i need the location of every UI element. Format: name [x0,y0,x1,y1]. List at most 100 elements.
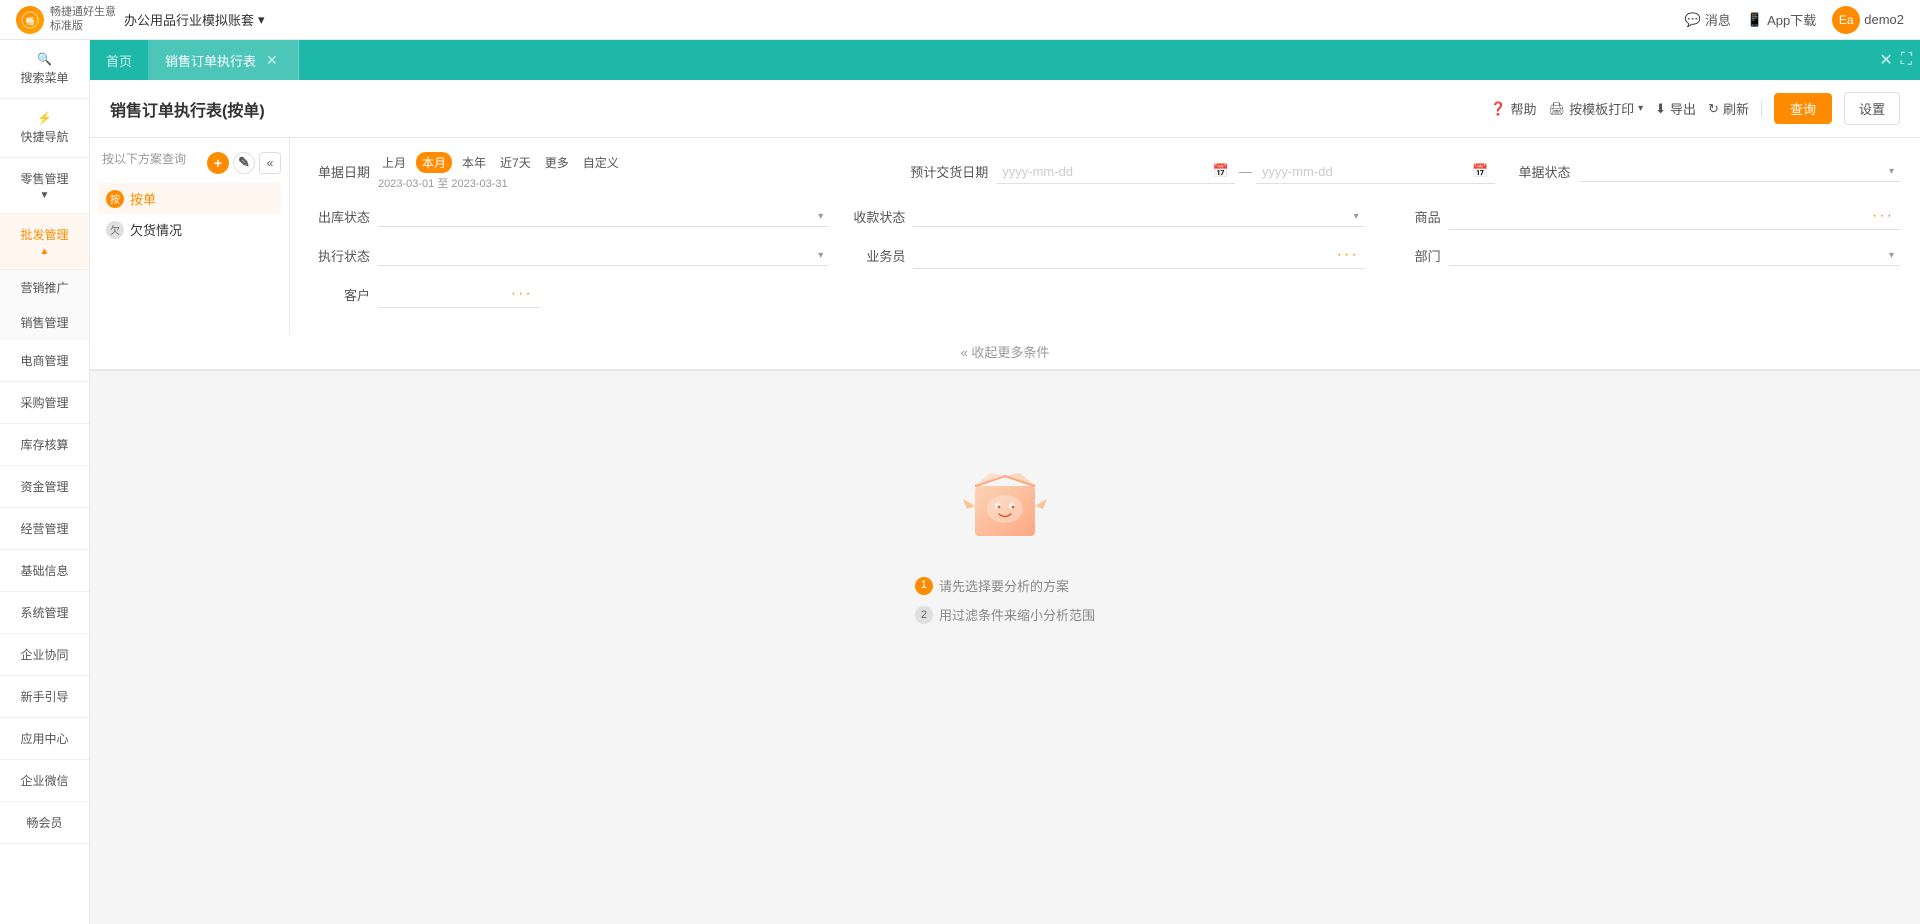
export-btn[interactable]: ⬇ 导出 [1655,99,1696,118]
sidebar-item-new-guide[interactable]: 新手引导 [0,676,89,718]
sidebar-item-label: 批发管理 [20,226,68,243]
expected-date-to[interactable]: yyyy-mm-dd 📅 [1256,159,1495,184]
filter-left-title: 按以下方案查询 [98,150,186,167]
sidebar-item-ops-mgmt[interactable]: 经营管理 [0,508,89,550]
help-label: 帮助 [1511,99,1537,118]
sidebar-item-retail-mgmt[interactable]: 零售管理 ▼ [0,158,89,214]
sidebar-item-basic-info[interactable]: 基础信息 [0,550,89,592]
filter-field-receive-status: 收款状态 ▾ [845,207,1364,227]
sidebar-item-label: 快捷导航 [20,128,68,145]
chevron-up-icon: ▲ [40,246,50,257]
sidebar-item-ecommerce-mgmt[interactable]: 电商管理 [0,340,89,382]
status-label: 单据状态 [1511,162,1571,181]
filter-right-panel: 单据日期 上月 本月 本年 近7天 更多 [290,138,1920,334]
message-btn[interactable]: 💬 消息 [1685,10,1731,29]
status-select[interactable]: ▾ [1579,162,1901,182]
sidebar-item-enterprise-collab[interactable]: 企业协同 [0,634,89,676]
sidebar-item-label: 新手引导 [20,688,68,705]
app-selector[interactable]: 办公用品行业模拟账套 ▾ [124,10,265,29]
wholesale-sub-items: 营销推广 销售管理 [0,270,89,340]
quick-btn-last-month[interactable]: 上月 [378,152,410,173]
salesman-select[interactable]: ··· [913,242,1364,269]
empty-state: 1 请先选择要分析的方案 2 用过滤条件来缩小分析范围 [90,371,1920,708]
collapse-more-bar[interactable]: « 收起更多条件 [90,334,1920,370]
sidebar-item-purchase-mgmt[interactable]: 采购管理 [0,382,89,424]
sidebar-item-app-center[interactable]: 应用中心 [0,718,89,760]
sidebar-item-label: 企业微信 [20,772,68,789]
exec-status-select[interactable]: ▾ [378,246,829,266]
svg-text:畅: 畅 [26,16,34,26]
sidebar-item-wholesale-mgmt[interactable]: 批发管理 ▲ [0,214,89,270]
app-download-btn[interactable]: 📱 App下载 [1747,10,1816,29]
scheme-item-按单[interactable]: 按 按单 [98,183,281,214]
content-area: 首页 销售订单执行表 ✕ ✕ ⛶ 销售订单执行表(按单) ❓ 帮助 [90,40,1920,924]
sidebar-item-quick-nav[interactable]: ⚡ 快捷导航 [0,99,89,158]
quick-btn-this-month[interactable]: 本月 [416,152,452,173]
tab-sales-order[interactable]: 销售订单执行表 ✕ [149,40,299,80]
receive-status-select[interactable]: ▾ [913,207,1364,227]
filter-field-status: 单据状态 ▾ [1511,162,1901,182]
sidebar-item-sales-mgmt[interactable]: 销售管理 [0,305,89,340]
goods-select[interactable]: ··· [1449,203,1900,230]
user-info[interactable]: Ea demo2 [1832,6,1904,34]
refresh-label: 刷新 [1723,99,1749,118]
help-btn[interactable]: ❓ 帮助 [1490,99,1536,118]
out-status-select[interactable]: ▾ [378,207,829,227]
date-hint: 2023-03-01 至 2023-03-31 [378,175,894,191]
query-label: 查询 [1790,99,1816,118]
expected-date-from[interactable]: yyyy-mm-dd 📅 [996,159,1235,184]
tab-close-icon[interactable]: ✕ [262,51,282,69]
refresh-btn[interactable]: ↻ 刷新 [1708,99,1749,118]
sidebar-item-search-menu[interactable]: 🔍 搜索菜单 [0,40,89,99]
quick-btn-more[interactable]: 更多 [541,152,573,173]
empty-icon [955,451,1055,551]
query-btn[interactable]: 查询 [1774,93,1832,124]
page-header: 销售订单执行表(按单) ❓ 帮助 🖨 按模板打印 ▾ ⬇ 导出 [90,80,1920,138]
sidebar-item-label: 应用中心 [20,730,68,747]
add-scheme-btn[interactable]: + [207,152,229,174]
customer-select[interactable]: ··· [378,281,539,308]
collapse-scheme-btn[interactable]: « [259,152,281,174]
out-status-label: 出库状态 [310,207,370,226]
dept-dropdown-icon: ▾ [1889,250,1894,261]
avatar: Ea [1832,6,1860,34]
quick-btn-custom[interactable]: 自定义 [579,152,623,173]
quick-btn-this-year[interactable]: 本年 [458,152,490,173]
quick-date-btns: 上月 本月 本年 近7天 更多 自定义 [378,152,623,173]
sidebar-item-marketing[interactable]: 营销推广 [0,270,89,305]
dept-select[interactable]: ▾ [1449,246,1900,266]
tab-label: 首页 [106,51,132,70]
dept-label: 部门 [1381,246,1441,265]
sidebar-item-inventory-calc[interactable]: 库存核算 [0,424,89,466]
salesman-more-icon[interactable]: ··· [1337,246,1359,264]
search-menu-icon: 🔍 [37,52,52,66]
tab-close-all-icon[interactable]: ✕ [1879,50,1892,70]
scheme-item-欠货情况[interactable]: 欠 欠货情况 [98,214,281,245]
sidebar-item-enterprise-wechat[interactable]: 企业微信 [0,760,89,802]
calendar-to-icon: 📅 [1472,163,1488,179]
sidebar-item-finance-mgmt[interactable]: 资金管理 [0,466,89,508]
chevron-down-icon: ▼ [40,190,50,201]
hint-2-number: 2 [915,606,933,624]
date-label: 单据日期 [310,162,370,181]
sidebar-item-member[interactable]: 畅会员 [0,802,89,844]
sidebar-item-system-mgmt[interactable]: 系统管理 [0,592,89,634]
settings-btn[interactable]: 设置 [1844,92,1900,125]
print-btn[interactable]: 🖨 按模板打印 ▾ [1549,99,1644,118]
quick-btn-last-7days[interactable]: 近7天 [496,152,535,173]
export-icon: ⬇ [1655,101,1666,117]
tab-home[interactable]: 首页 [90,40,149,80]
tab-expand-icon[interactable]: ⛶ [1901,51,1912,69]
edit-scheme-btn[interactable]: ✎ [233,152,255,174]
message-icon: 💬 [1685,12,1701,28]
goods-more-icon[interactable]: ··· [1872,207,1894,225]
customer-more-icon[interactable]: ··· [511,285,533,303]
filter-section: 按以下方案查询 + ✎ « 按 按单 欠 [90,138,1920,371]
customer-label: 客户 [310,285,370,304]
filter-row-3: 执行状态 ▾ 业务员 ··· [310,242,1900,269]
hint-2-text: 用过滤条件来缩小分析范围 [939,604,1095,627]
app-selector-label: 办公用品行业模拟账套 [124,10,254,29]
sidebar-item-label: 搜索菜单 [20,69,68,86]
sidebar-item-label: 库存核算 [20,436,68,453]
empty-hints: 1 请先选择要分析的方案 2 用过滤条件来缩小分析范围 [915,575,1095,628]
